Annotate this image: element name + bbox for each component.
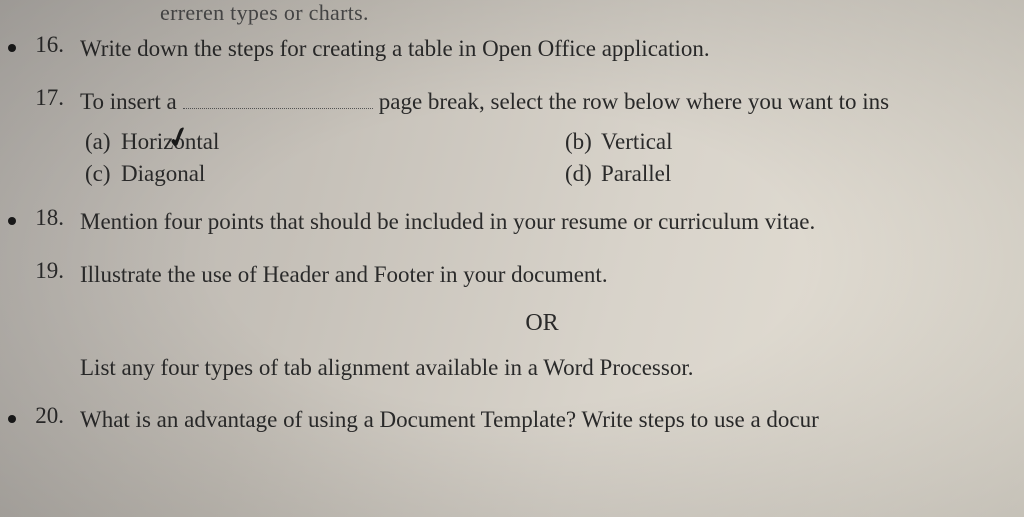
or-separator: OR bbox=[0, 310, 1024, 337]
option-label: (b) bbox=[565, 129, 601, 155]
q17-prefix: To insert a bbox=[80, 85, 177, 120]
option-text: Vertical bbox=[601, 129, 673, 155]
question-text: Mention four points that should be inclu… bbox=[80, 205, 815, 240]
question-number: 20. bbox=[24, 403, 64, 429]
bullet-icon bbox=[8, 217, 16, 225]
question-text: Illustrate the use of Header and Footer … bbox=[80, 258, 608, 293]
question-number: 16. bbox=[24, 32, 64, 58]
question-16: 16. Write down the steps for creating a … bbox=[0, 32, 1024, 67]
option-d: (d) Parallel bbox=[565, 161, 671, 187]
option-row-2: (c) Diagonal (d) Parallel bbox=[85, 161, 1024, 187]
question-number: 17. bbox=[24, 85, 64, 111]
option-label: (c) bbox=[85, 161, 121, 187]
fill-blank bbox=[183, 105, 373, 109]
option-row-1: ✓ (a) Horizontal (b) Vertical bbox=[85, 129, 1024, 155]
question-19: 19. Illustrate the use of Header and Foo… bbox=[0, 258, 1024, 293]
q17-suffix: page break, select the row below where y… bbox=[379, 85, 889, 120]
question-text: To insert a page break, select the row b… bbox=[80, 85, 889, 120]
question-17: 17. To insert a page break, select the r… bbox=[0, 85, 1024, 120]
option-b: (b) Vertical bbox=[565, 129, 673, 155]
option-a: (a) Horizontal bbox=[85, 129, 565, 155]
question-18: 18. Mention four points that should be i… bbox=[0, 205, 1024, 240]
option-label: (a) bbox=[85, 129, 121, 155]
question-number: 18. bbox=[24, 205, 64, 231]
option-c: (c) Diagonal bbox=[85, 161, 565, 187]
question-text: Write down the steps for creating a tabl… bbox=[80, 32, 710, 67]
option-label: (d) bbox=[565, 161, 601, 187]
option-text: Diagonal bbox=[121, 161, 205, 187]
option-text: Parallel bbox=[601, 161, 671, 187]
question-number: 19. bbox=[24, 258, 64, 284]
partial-top-line: erreren types or charts. bbox=[0, 0, 1024, 26]
question-text: What is an advantage of using a Document… bbox=[80, 403, 819, 438]
bullet-icon bbox=[8, 415, 16, 423]
bullet-icon bbox=[8, 44, 16, 52]
or-alternative-text: List any four types of tab alignment ava… bbox=[80, 355, 1024, 381]
question-20: 20. What is an advantage of using a Docu… bbox=[0, 403, 1024, 438]
exam-page: erreren types or charts. 16. Write down … bbox=[0, 0, 1024, 517]
